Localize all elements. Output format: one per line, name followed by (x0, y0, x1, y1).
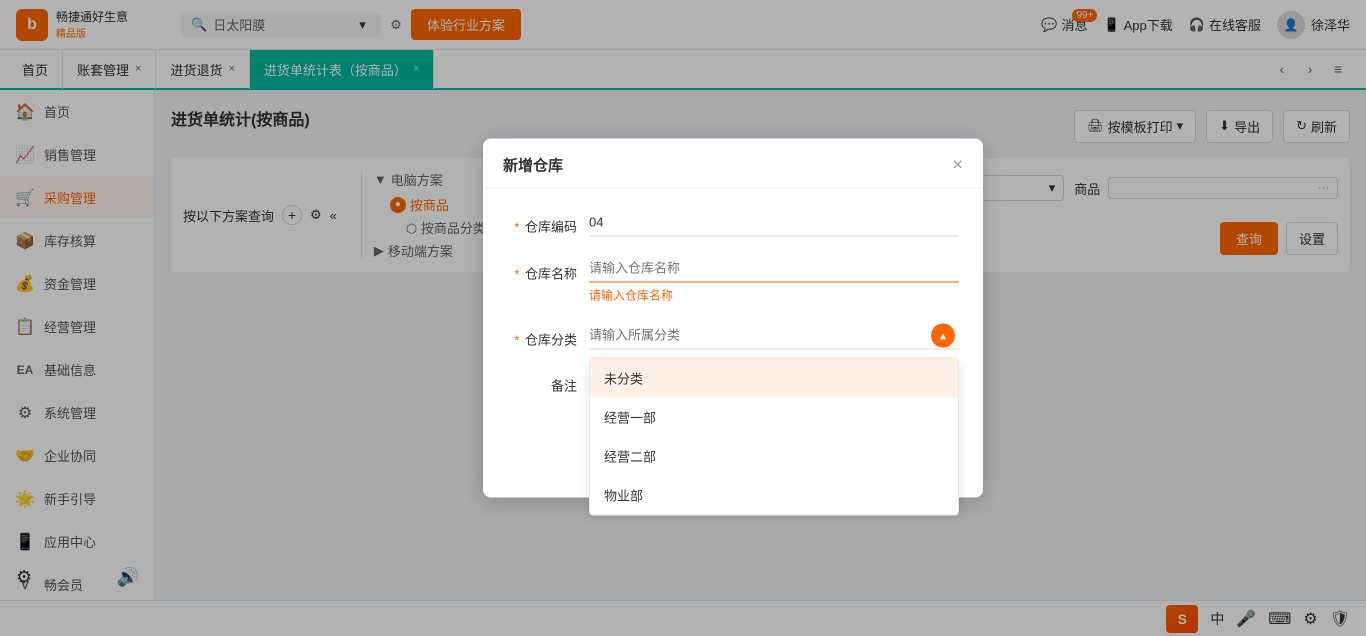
category-dropdown-toggle[interactable] (931, 324, 955, 348)
required-star-name: * (514, 266, 519, 281)
required-star-category: * (514, 333, 519, 348)
dropdown-item-2[interactable]: 经营二部 (590, 437, 958, 476)
form-label-code: * 仓库编码 (507, 209, 577, 236)
modal-close-button[interactable]: × (952, 155, 963, 176)
warehouse-code-input[interactable] (589, 209, 959, 237)
name-error-message: 请输入仓库名称 (589, 289, 673, 303)
form-label-name: * 仓库名称 (507, 255, 577, 282)
required-star-code: * (514, 220, 519, 235)
modal-body: * 仓库编码 * 仓库名称 请输入仓库名称 * 仓库分类 (483, 189, 983, 434)
warehouse-name-input[interactable] (589, 255, 959, 283)
new-warehouse-modal: 新增仓库 × * 仓库编码 * 仓库名称 请输入仓库名称 (483, 139, 983, 498)
category-dropdown-input[interactable] (589, 322, 959, 350)
dropdown-item-3[interactable]: 物业部 (590, 476, 958, 515)
name-error-area: 请输入仓库名称 (507, 287, 673, 304)
dropdown-item-0[interactable]: 未分类 (590, 359, 958, 398)
modal-header: 新增仓库 × (483, 139, 983, 189)
form-row-code: * 仓库编码 (507, 209, 959, 237)
form-label-category: * 仓库分类 (507, 322, 577, 349)
category-dropdown-container: 未分类 经营一部 经营二部 物业部 (589, 322, 959, 350)
form-label-remark: 备注 (507, 368, 577, 395)
modal-title: 新增仓库 (503, 155, 563, 176)
form-row-name: * 仓库名称 请输入仓库名称 (507, 255, 959, 304)
dropdown-arrow-icon (940, 329, 946, 343)
dropdown-item-1[interactable]: 经营一部 (590, 398, 958, 437)
form-row-category: * 仓库分类 未分类 经营一部 经营二部 物业部 (507, 322, 959, 350)
category-dropdown-menu: 未分类 经营一部 经营二部 物业部 (589, 358, 959, 516)
